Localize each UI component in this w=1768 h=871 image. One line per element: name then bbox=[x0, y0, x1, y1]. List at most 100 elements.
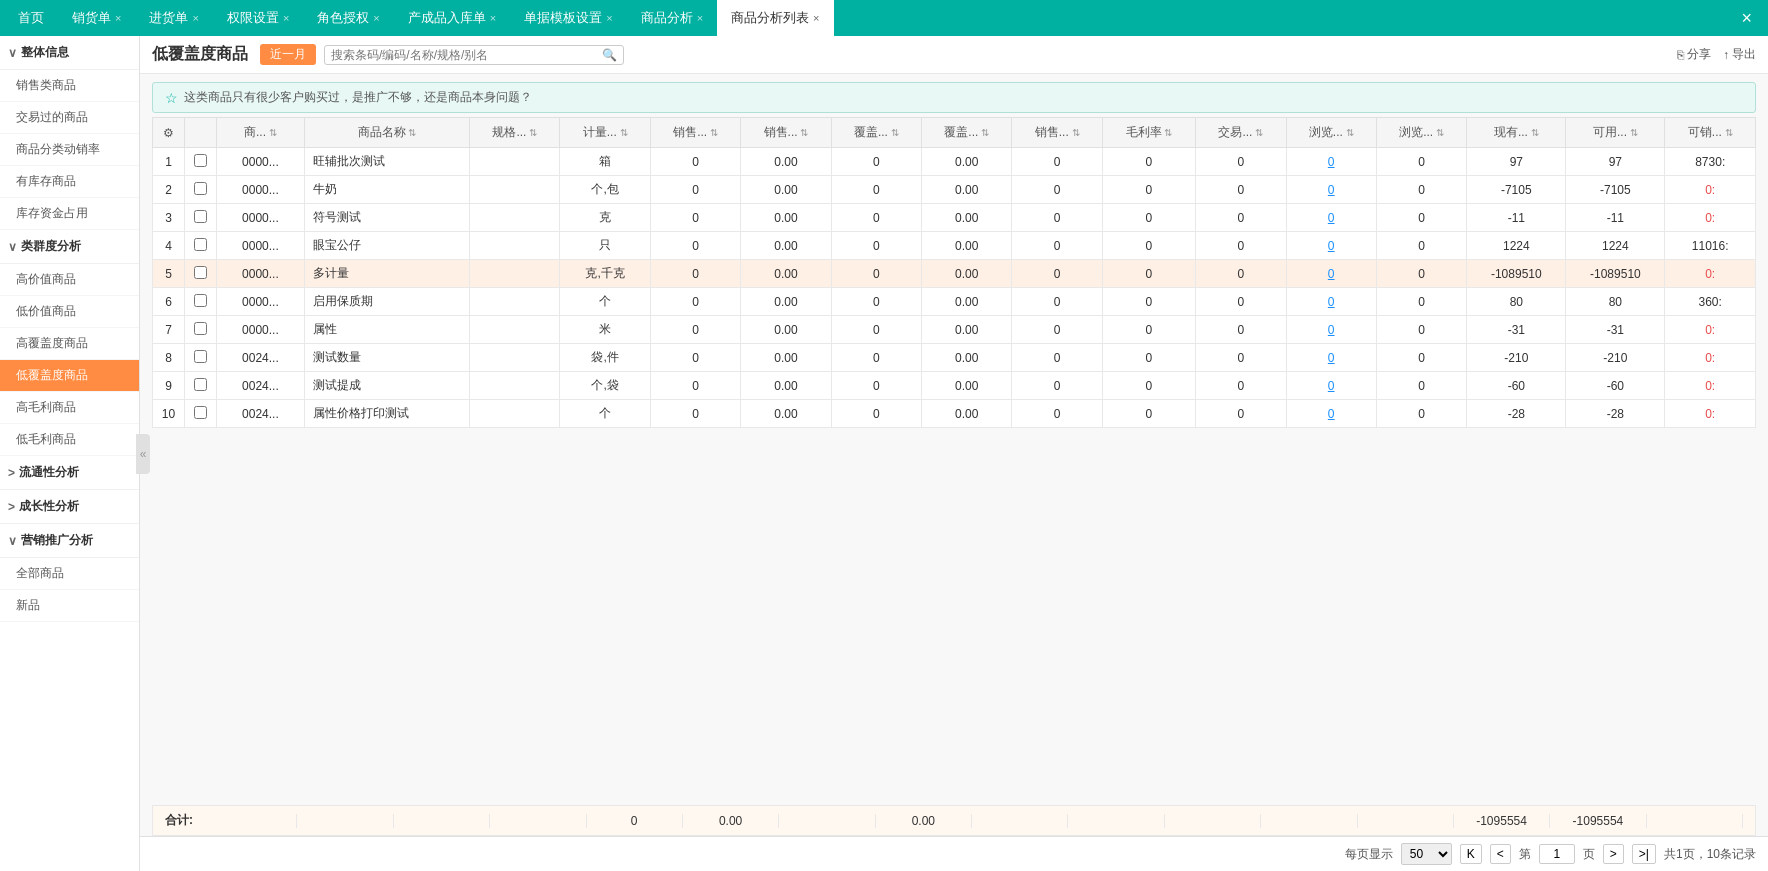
row-check[interactable] bbox=[185, 344, 217, 372]
row-sales-amt: 0.00 bbox=[741, 288, 831, 316]
col-settings[interactable]: ⚙ bbox=[153, 118, 185, 148]
search-icon[interactable]: 🔍 bbox=[602, 48, 617, 62]
nav-item-analysis-list[interactable]: 商品分析列表 × bbox=[717, 0, 833, 36]
row-no: 5 bbox=[153, 260, 185, 288]
export-btn[interactable]: ↑ 导出 bbox=[1723, 46, 1756, 63]
sidebar-item-high-margin[interactable]: 高毛利商品 bbox=[0, 392, 139, 424]
sidebar-item-category-rate[interactable]: 商品分类动销率 bbox=[0, 134, 139, 166]
nav-item-roles[interactable]: 角色授权 × bbox=[303, 0, 393, 36]
sidebar-item-traded-goods[interactable]: 交易过的商品 bbox=[0, 102, 139, 134]
last-page-btn[interactable]: >| bbox=[1632, 844, 1656, 864]
col-cover2[interactable]: 覆盖... bbox=[922, 118, 1012, 148]
table-container[interactable]: ⚙ 商... 商品名称 规格... 计量... 销售... 销售... 覆盖..… bbox=[152, 117, 1756, 805]
row-sales-qty: 0 bbox=[650, 288, 740, 316]
col-unit[interactable]: 计量... bbox=[560, 118, 650, 148]
sidebar-item-in-stock[interactable]: 有库存商品 bbox=[0, 166, 139, 198]
sidebar-item-low-coverage[interactable]: 低覆盖度商品 bbox=[0, 360, 139, 392]
col-browse1[interactable]: 浏览... bbox=[1286, 118, 1376, 148]
nav-close-analysis[interactable]: × bbox=[697, 0, 703, 36]
row-sales-amt: 0.00 bbox=[741, 316, 831, 344]
nav-item-products[interactable]: 产成品入库单 × bbox=[394, 0, 510, 36]
sidebar-item-all-goods[interactable]: 全部商品 bbox=[0, 558, 139, 590]
share-btn[interactable]: ⎘ 分享 bbox=[1677, 46, 1711, 63]
sidebar-section-growth[interactable]: > 成长性分析 bbox=[0, 490, 139, 524]
nav-close-roles[interactable]: × bbox=[373, 0, 379, 36]
row-browse1[interactable]: 0 bbox=[1286, 232, 1376, 260]
page-size-select[interactable]: 50 20 100 bbox=[1401, 843, 1452, 865]
footer-cell-spacer5 bbox=[972, 814, 1068, 828]
row-browse1[interactable]: 0 bbox=[1286, 176, 1376, 204]
row-check[interactable] bbox=[185, 400, 217, 428]
nav-close-templates[interactable]: × bbox=[606, 0, 612, 36]
row-browse1[interactable]: 0 bbox=[1286, 372, 1376, 400]
col-sales-amt[interactable]: 销售... bbox=[741, 118, 831, 148]
row-check[interactable] bbox=[185, 288, 217, 316]
footer-cell-available: -1095554 bbox=[1550, 814, 1646, 828]
sidebar-item-low-value[interactable]: 低价值商品 bbox=[0, 296, 139, 328]
col-name[interactable]: 商品名称 bbox=[304, 118, 469, 148]
sidebar-item-sales-goods[interactable]: 销售类商品 bbox=[0, 70, 139, 102]
row-browse1[interactable]: 0 bbox=[1286, 204, 1376, 232]
next-page-btn[interactable]: > bbox=[1603, 844, 1624, 864]
nav-close-analysis-list[interactable]: × bbox=[813, 0, 819, 36]
row-check[interactable] bbox=[185, 260, 217, 288]
page-label: 第 bbox=[1519, 846, 1531, 863]
time-filter-btn[interactable]: 近一月 bbox=[260, 44, 316, 65]
nav-item-analysis[interactable]: 商品分析 × bbox=[627, 0, 717, 36]
col-sales-qty[interactable]: 销售... bbox=[650, 118, 740, 148]
sidebar-section-liquidity[interactable]: > 流通性分析 bbox=[0, 456, 139, 490]
sidebar-item-high-value[interactable]: 高价值商品 bbox=[0, 264, 139, 296]
row-check[interactable] bbox=[185, 176, 217, 204]
row-sales-amt: 0.00 bbox=[741, 344, 831, 372]
nav-close-permissions[interactable]: × bbox=[283, 0, 289, 36]
row-browse1[interactable]: 0 bbox=[1286, 344, 1376, 372]
col-spec[interactable]: 规格... bbox=[470, 118, 560, 148]
sidebar-item-low-margin[interactable]: 低毛利商品 bbox=[0, 424, 139, 456]
first-page-btn[interactable]: K bbox=[1460, 844, 1482, 864]
row-browse1[interactable]: 0 bbox=[1286, 260, 1376, 288]
col-code[interactable]: 商... bbox=[217, 118, 305, 148]
sidebar-section-overall[interactable]: ∨ 整体信息 bbox=[0, 36, 139, 70]
col-trans[interactable]: 交易... bbox=[1196, 118, 1286, 148]
col-cover1[interactable]: 覆盖... bbox=[831, 118, 921, 148]
sidebar-section-marketing[interactable]: ∨ 营销推广分析 bbox=[0, 524, 139, 558]
sidebar-item-new-goods[interactable]: 新品 bbox=[0, 590, 139, 622]
row-check[interactable] bbox=[185, 372, 217, 400]
search-input[interactable] bbox=[331, 48, 602, 62]
row-no: 10 bbox=[153, 400, 185, 428]
col-gross-rate[interactable]: 毛利率 bbox=[1102, 118, 1195, 148]
sidebar-collapse-btn[interactable]: « bbox=[136, 434, 150, 474]
row-check[interactable] bbox=[185, 316, 217, 344]
col-saleable[interactable]: 可销... bbox=[1665, 118, 1756, 148]
row-trans: 0 bbox=[1196, 316, 1286, 344]
sidebar-section-cluster[interactable]: ∨ 类群度分析 bbox=[0, 230, 139, 264]
row-browse1[interactable]: 0 bbox=[1286, 288, 1376, 316]
window-close-btn[interactable]: × bbox=[1729, 8, 1764, 29]
row-cover1: 0 bbox=[831, 148, 921, 176]
nav-close-products[interactable]: × bbox=[490, 0, 496, 36]
row-check[interactable] bbox=[185, 232, 217, 260]
nav-item-sales[interactable]: 销货单 × bbox=[58, 0, 135, 36]
nav-item-templates[interactable]: 单据模板设置 × bbox=[510, 0, 626, 36]
row-gross-rate: 0 bbox=[1102, 400, 1195, 428]
col-available[interactable]: 可用... bbox=[1566, 118, 1665, 148]
col-browse2[interactable]: 浏览... bbox=[1376, 118, 1466, 148]
sidebar-item-high-coverage[interactable]: 高覆盖度商品 bbox=[0, 328, 139, 360]
row-gross-rate: 0 bbox=[1102, 232, 1195, 260]
row-browse1[interactable]: 0 bbox=[1286, 148, 1376, 176]
row-browse1[interactable]: 0 bbox=[1286, 400, 1376, 428]
col-sales3[interactable]: 销售... bbox=[1012, 118, 1102, 148]
page-input[interactable] bbox=[1539, 844, 1575, 864]
nav-close-purchase[interactable]: × bbox=[192, 0, 198, 36]
nav-item-purchase[interactable]: 进货单 × bbox=[135, 0, 212, 36]
row-check[interactable] bbox=[185, 204, 217, 232]
col-current[interactable]: 现有... bbox=[1467, 118, 1566, 148]
nav-item-permissions[interactable]: 权限设置 × bbox=[213, 0, 303, 36]
sidebar-item-capital[interactable]: 库存资金占用 bbox=[0, 198, 139, 230]
nav-close-sales[interactable]: × bbox=[115, 0, 121, 36]
row-check[interactable] bbox=[185, 148, 217, 176]
row-browse1[interactable]: 0 bbox=[1286, 316, 1376, 344]
table-row: 70000...属性米00.0000.0000000-31-310: bbox=[153, 316, 1756, 344]
nav-item-home[interactable]: 首页 bbox=[4, 0, 58, 36]
prev-page-btn[interactable]: < bbox=[1490, 844, 1511, 864]
